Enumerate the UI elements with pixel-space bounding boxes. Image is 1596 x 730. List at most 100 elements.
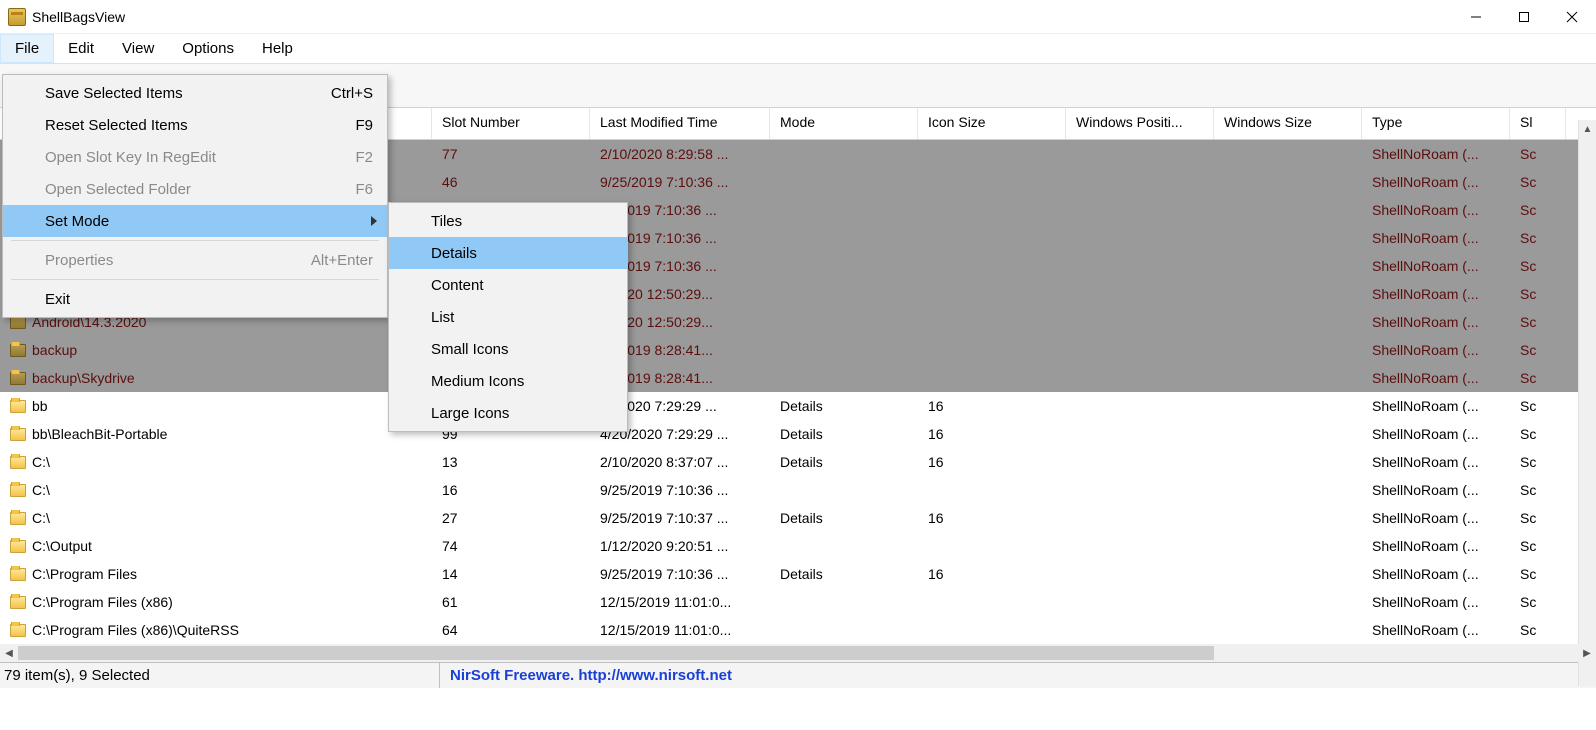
cell-slot: 74 [432,538,590,554]
mode-item-label: Details [431,245,477,262]
cell-slot: 64 [432,622,590,638]
scroll-up-icon[interactable]: ▲ [1583,120,1593,138]
cell-name: C:\ [32,510,50,526]
mode-item-label: Large Icons [431,405,509,422]
col-type[interactable]: Type [1362,108,1510,139]
table-row[interactable]: C:\Program Files (x86)\QuiteRSS6412/15/2… [0,616,1596,644]
folder-icon [10,540,26,553]
table-row[interactable]: C:\169/25/2019 7:10:36 ...ShellNoRoam (.… [0,476,1596,504]
cell-type: ShellNoRoam (... [1362,594,1510,610]
scroll-track[interactable] [18,644,1578,662]
cell-type: ShellNoRoam (... [1362,342,1510,358]
cell-iconsize: 16 [918,510,1066,526]
vertical-scrollbar[interactable]: ▲ [1578,120,1596,686]
table-row[interactable]: bb\BleachBit-Portable994/20/2020 7:29:29… [0,420,1596,448]
mode-item-large-icons[interactable]: Large Icons [389,397,627,429]
mode-item-small-icons[interactable]: Small Icons [389,333,627,365]
menu-item-label: Reset Selected Items [45,117,188,134]
cell-type: ShellNoRoam (... [1362,398,1510,414]
cell-slotkey: Sc [1510,510,1566,526]
titlebar: ShellBagsView [0,0,1596,34]
table-row[interactable]: C:\Output741/12/2020 9:20:51 ...ShellNoR… [0,532,1596,560]
table-row[interactable]: backup17/2019 8:28:41...ShellNoRoam (...… [0,336,1596,364]
menu-shortcut: Ctrl+S [291,85,373,102]
col-slot-key[interactable]: Sl [1510,108,1566,139]
mode-item-details[interactable]: Details [389,237,627,269]
cell-slot: 46 [432,174,590,190]
mode-item-tiles[interactable]: Tiles [389,205,627,237]
close-button[interactable] [1548,0,1596,33]
cell-modified: 9/25/2019 7:10:37 ... [590,510,770,526]
col-slot-number[interactable]: Slot Number [432,108,590,139]
col-mode[interactable]: Mode [770,108,918,139]
table-row[interactable]: C:\279/25/2019 7:10:37 ...Details16Shell… [0,504,1596,532]
cell-mode: Details [770,510,918,526]
horizontal-scrollbar[interactable]: ◀ ▶ [0,644,1596,662]
table-row[interactable]: bb20/2020 7:29:29 ...Details16ShellNoRoa… [0,392,1596,420]
minimize-button[interactable] [1452,0,1500,33]
cell-slotkey: Sc [1510,230,1566,246]
menu-item-reset-selected-items[interactable]: Reset Selected ItemsF9 [3,109,387,141]
cell-type: ShellNoRoam (... [1362,566,1510,582]
mode-item-medium-icons[interactable]: Medium Icons [389,365,627,397]
maximize-button[interactable] [1500,0,1548,33]
folder-icon [10,456,26,469]
menu-file[interactable]: File [0,34,54,63]
cell-type: ShellNoRoam (... [1362,202,1510,218]
table-row[interactable]: C:\132/10/2020 8:37:07 ...Details16Shell… [0,448,1596,476]
menu-item-properties: PropertiesAlt+Enter [3,244,387,276]
cell-slotkey: Sc [1510,146,1566,162]
mode-item-list[interactable]: List [389,301,627,333]
cell-name: C:\ [32,454,50,470]
mode-item-content[interactable]: Content [389,269,627,301]
col-windows-position[interactable]: Windows Positi... [1066,108,1214,139]
menu-item-open-selected-folder: Open Selected FolderF6 [3,173,387,205]
cell-slotkey: Sc [1510,286,1566,302]
table-row[interactable]: C:\Program Files (x86)6112/15/2019 11:01… [0,588,1596,616]
menu-item-set-mode[interactable]: Set Mode [3,205,387,237]
menu-options[interactable]: Options [168,34,248,63]
menu-item-exit[interactable]: Exit [3,283,387,315]
cell-type: ShellNoRoam (... [1362,426,1510,442]
mode-item-label: Medium Icons [431,373,524,390]
menu-item-label: Open Selected Folder [45,181,191,198]
menu-item-save-selected-items[interactable]: Save Selected Items Ctrl+S [3,77,387,109]
cell-modified: 2/10/2020 8:37:07 ... [590,454,770,470]
scroll-left-icon[interactable]: ◀ [0,644,18,662]
menu-item-label: Save Selected Items [45,85,183,102]
cell-iconsize: 16 [918,426,1066,442]
folder-icon [10,372,26,385]
folder-icon [10,568,26,581]
menu-edit[interactable]: Edit [54,34,108,63]
cell-modified: 12/15/2019 11:01:0... [590,594,770,610]
table-row[interactable]: C:\Program Files149/25/2019 7:10:36 ...D… [0,560,1596,588]
window-controls [1452,0,1596,33]
col-windows-size[interactable]: Windows Size [1214,108,1362,139]
scroll-thumb[interactable] [18,646,1214,660]
cell-slot: 77 [432,146,590,162]
cell-type: ShellNoRoam (... [1362,510,1510,526]
cell-slot: 14 [432,566,590,582]
status-count: 79 item(s), 9 Selected [0,663,440,688]
cell-mode: Details [770,566,918,582]
cell-name: backup [32,342,77,358]
cell-slotkey: Sc [1510,594,1566,610]
col-icon-size[interactable]: Icon Size [918,108,1066,139]
menu-view[interactable]: View [108,34,168,63]
cell-modified: 12/15/2019 11:01:0... [590,622,770,638]
col-last-modified[interactable]: Last Modified Time [590,108,770,139]
app-icon [8,8,26,26]
menubar: File Edit View Options Help [0,34,1596,64]
table-row[interactable]: backup\Skydrive17/2019 8:28:41...ShellNo… [0,364,1596,392]
cell-type: ShellNoRoam (... [1362,258,1510,274]
mode-item-label: Small Icons [431,341,509,358]
cell-type: ShellNoRoam (... [1362,370,1510,386]
scroll-right-icon[interactable]: ▶ [1578,644,1596,662]
cell-name: C:\Program Files (x86) [32,594,173,610]
folder-icon [10,484,26,497]
cell-modified: 9/25/2019 7:10:36 ... [590,174,770,190]
folder-icon [10,596,26,609]
menu-item-label: Set Mode [45,213,109,230]
menu-help[interactable]: Help [248,34,307,63]
cell-slotkey: Sc [1510,174,1566,190]
